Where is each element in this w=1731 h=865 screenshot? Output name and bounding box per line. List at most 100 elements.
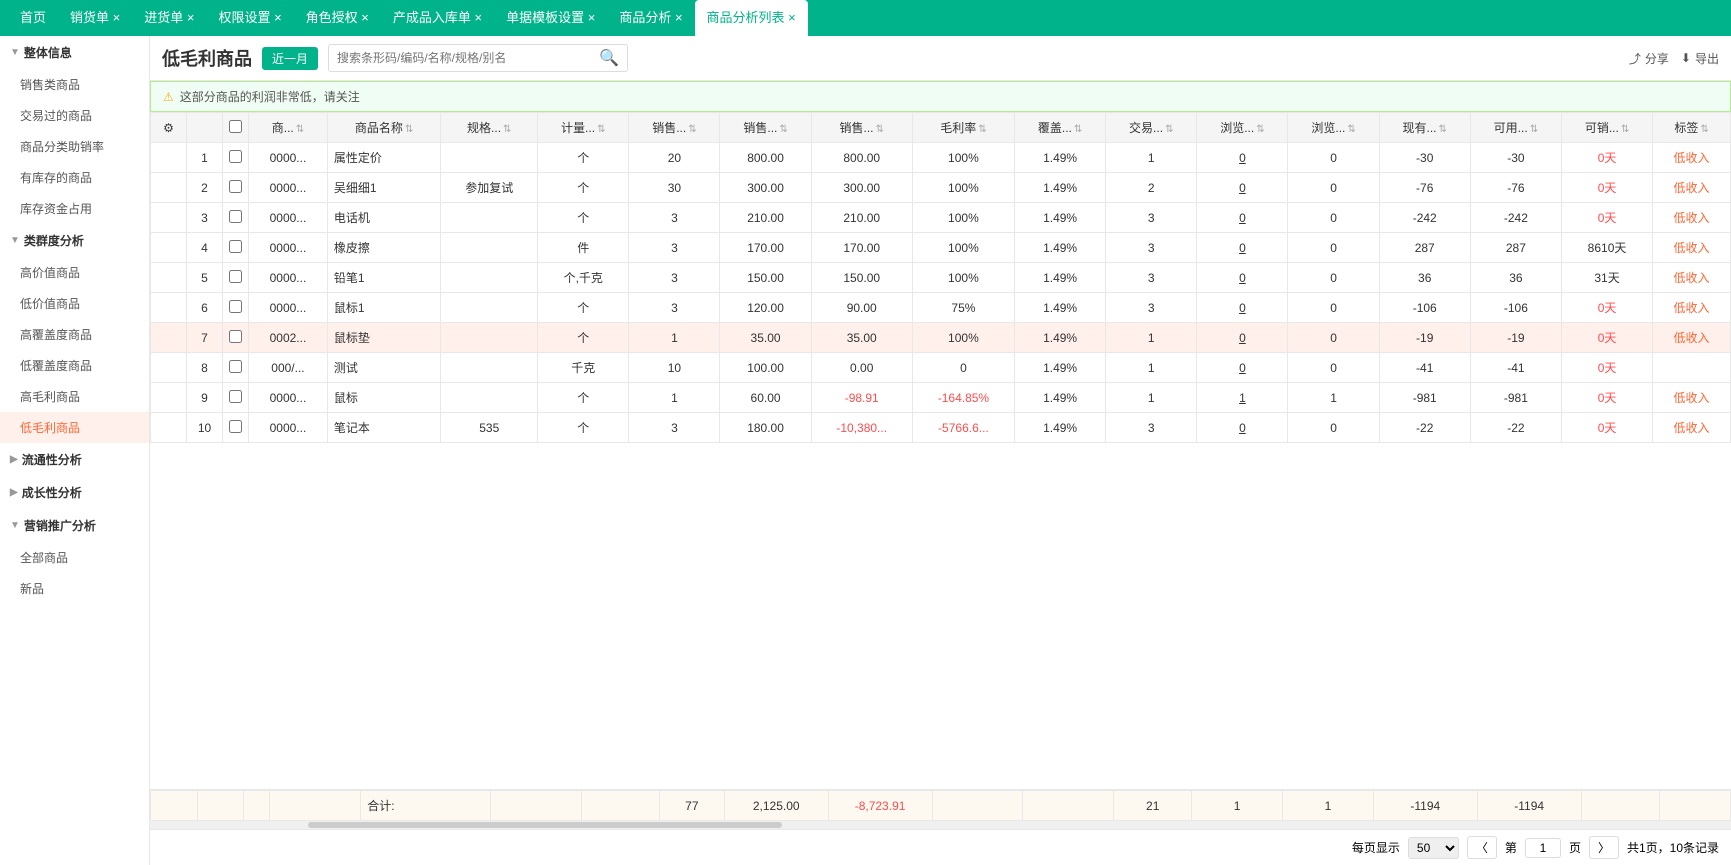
row-checkbox-cell[interactable] xyxy=(223,203,249,233)
sidebar-item-low-margin[interactable]: 低毛利商品 xyxy=(0,412,149,443)
row-checkbox[interactable] xyxy=(229,420,242,433)
row-checkbox[interactable] xyxy=(229,360,242,373)
row-browse1[interactable]: 0 xyxy=(1197,293,1288,323)
export-button[interactable]: ⬇ 导出 xyxy=(1681,50,1719,67)
nav-item-product-entry[interactable]: 产成品入库单 × xyxy=(381,0,494,36)
row-current: -22 xyxy=(1379,413,1470,443)
nav-item-purchase[interactable]: 进货单 × xyxy=(132,0,206,36)
settings-icon[interactable]: ⚙ xyxy=(163,121,174,135)
row-checkbox[interactable] xyxy=(229,240,242,253)
time-filter-button[interactable]: 近一月 xyxy=(262,47,318,70)
sidebar-group-liquidity[interactable]: ▶ 流通性分析 xyxy=(0,443,149,476)
row-tag: 低收入 xyxy=(1653,293,1731,323)
row-name: 笔记本 xyxy=(327,413,440,443)
row-coverage: 1.49% xyxy=(1015,323,1106,353)
footer-trade: 21 xyxy=(1114,791,1192,821)
row-gross-margin: 100% xyxy=(912,323,1014,353)
row-browse1[interactable]: 0 xyxy=(1197,413,1288,443)
row-sale-amount: 300.00 xyxy=(720,173,811,203)
row-unit: 千克 xyxy=(538,353,629,383)
sidebar-item-low-coverage[interactable]: 低覆盖度商品 xyxy=(0,350,149,381)
sidebar-item-sales-goods[interactable]: 销售类商品 xyxy=(0,69,149,100)
row-checkbox[interactable] xyxy=(229,150,242,163)
sidebar-group-growth[interactable]: ▶ 成长性分析 xyxy=(0,476,149,509)
nav-item-home[interactable]: 首页 xyxy=(8,0,58,36)
row-checkbox[interactable] xyxy=(229,180,242,193)
nav-item-template[interactable]: 单据模板设置 × xyxy=(494,0,607,36)
sidebar-item-high-margin[interactable]: 高毛利商品 xyxy=(0,381,149,412)
row-checkbox[interactable] xyxy=(229,270,242,283)
row-checkbox-cell[interactable] xyxy=(223,173,249,203)
header-actions: ⤴ 分享 ⬇ 导出 xyxy=(1629,50,1719,67)
row-checkbox-cell[interactable] xyxy=(223,263,249,293)
scrollbar-thumb[interactable] xyxy=(308,822,782,828)
row-browse1[interactable]: 0 xyxy=(1197,203,1288,233)
row-checkbox[interactable] xyxy=(229,390,242,403)
row-gross-margin: 100% xyxy=(912,173,1014,203)
horizontal-scrollbar[interactable] xyxy=(150,821,1731,829)
per-page-select[interactable]: 50 100 200 xyxy=(1408,837,1459,859)
sidebar-item-stock-capital[interactable]: 库存资金占用 xyxy=(0,193,149,224)
row-checkbox[interactable] xyxy=(229,300,242,313)
row-coverage: 1.49% xyxy=(1015,203,1106,233)
sidebar-group-label-overall: 整体信息 xyxy=(24,44,72,61)
sidebar-group-cluster[interactable]: ▼ 类群度分析 xyxy=(0,224,149,257)
row-checkbox-cell[interactable] xyxy=(223,413,249,443)
row-code: 0002... xyxy=(249,323,328,353)
sidebar-group-overall[interactable]: ▼ 整体信息 xyxy=(0,36,149,69)
sidebar-group-marketing[interactable]: ▼ 营销推广分析 xyxy=(0,509,149,542)
search-input[interactable] xyxy=(337,51,599,65)
nav-item-goods-analysis[interactable]: 商品分析 × xyxy=(607,0,694,36)
nav-item-roles[interactable]: 角色授权 × xyxy=(294,0,381,36)
row-browse1[interactable]: 1 xyxy=(1197,383,1288,413)
prev-page-button[interactable]: 〈 xyxy=(1467,836,1497,859)
sidebar-item-high-coverage[interactable]: 高覆盖度商品 xyxy=(0,319,149,350)
sidebar-item-traded-goods[interactable]: 交易过的商品 xyxy=(0,100,149,131)
row-browse1[interactable]: 0 xyxy=(1197,353,1288,383)
sidebar-item-category-assist[interactable]: 商品分类助销率 xyxy=(0,131,149,162)
row-checkbox[interactable] xyxy=(229,210,242,223)
row-checkbox[interactable] xyxy=(229,330,242,343)
row-checkbox-cell[interactable] xyxy=(223,143,249,173)
row-settings xyxy=(151,173,187,203)
row-coverage: 1.49% xyxy=(1015,143,1106,173)
row-saleable: 31天 xyxy=(1561,263,1652,293)
row-browse1[interactable]: 0 xyxy=(1197,263,1288,293)
sidebar-item-low-value[interactable]: 低价值商品 xyxy=(0,288,149,319)
footer-current: -1194 xyxy=(1373,791,1477,821)
row-checkbox-cell[interactable] xyxy=(223,233,249,263)
row-saleable: 0天 xyxy=(1561,173,1652,203)
row-checkbox-cell[interactable] xyxy=(223,353,249,383)
row-browse1[interactable]: 0 xyxy=(1197,143,1288,173)
row-checkbox-cell[interactable] xyxy=(223,383,249,413)
sidebar-group-label-growth: 成长性分析 xyxy=(22,484,82,501)
row-settings xyxy=(151,203,187,233)
next-page-button[interactable]: 〉 xyxy=(1589,836,1619,859)
page-number-input[interactable] xyxy=(1525,838,1561,858)
nav-item-sales[interactable]: 销货单 × xyxy=(58,0,132,36)
sidebar-group-label-cluster: 类群度分析 xyxy=(24,232,84,249)
nav-item-permissions[interactable]: 权限设置 × xyxy=(206,0,293,36)
row-browse1[interactable]: 0 xyxy=(1197,323,1288,353)
row-checkbox-cell[interactable] xyxy=(223,323,249,353)
per-page-label: 每页显示 xyxy=(1352,839,1400,856)
share-button[interactable]: ⤴ 分享 xyxy=(1629,50,1669,67)
row-checkbox-cell[interactable] xyxy=(223,293,249,323)
sidebar-item-all-goods[interactable]: 全部商品 xyxy=(0,542,149,573)
row-browse1[interactable]: 0 xyxy=(1197,173,1288,203)
search-icon[interactable]: 🔍 xyxy=(599,48,619,68)
sidebar-item-in-stock[interactable]: 有库存的商品 xyxy=(0,162,149,193)
sidebar-item-high-value[interactable]: 高价值商品 xyxy=(0,257,149,288)
row-settings xyxy=(151,383,187,413)
footer-label: 合计: xyxy=(361,791,491,821)
share-icon: ⤴ xyxy=(1629,50,1641,67)
alert-text: 这部分商品的利润非常低，请关注 xyxy=(180,88,360,105)
sidebar-item-new-goods[interactable]: 新品 xyxy=(0,573,149,604)
row-browse1[interactable]: 0 xyxy=(1197,233,1288,263)
select-all-checkbox[interactable] xyxy=(229,120,242,133)
col-header-settings[interactable]: ⚙ xyxy=(151,113,187,143)
nav-item-goods-analysis-list[interactable]: 商品分析列表 × xyxy=(695,0,808,36)
col-header-checkbox[interactable] xyxy=(223,113,249,143)
page-title: 低毛利商品 xyxy=(162,45,252,71)
row-name: 橡皮擦 xyxy=(327,233,440,263)
